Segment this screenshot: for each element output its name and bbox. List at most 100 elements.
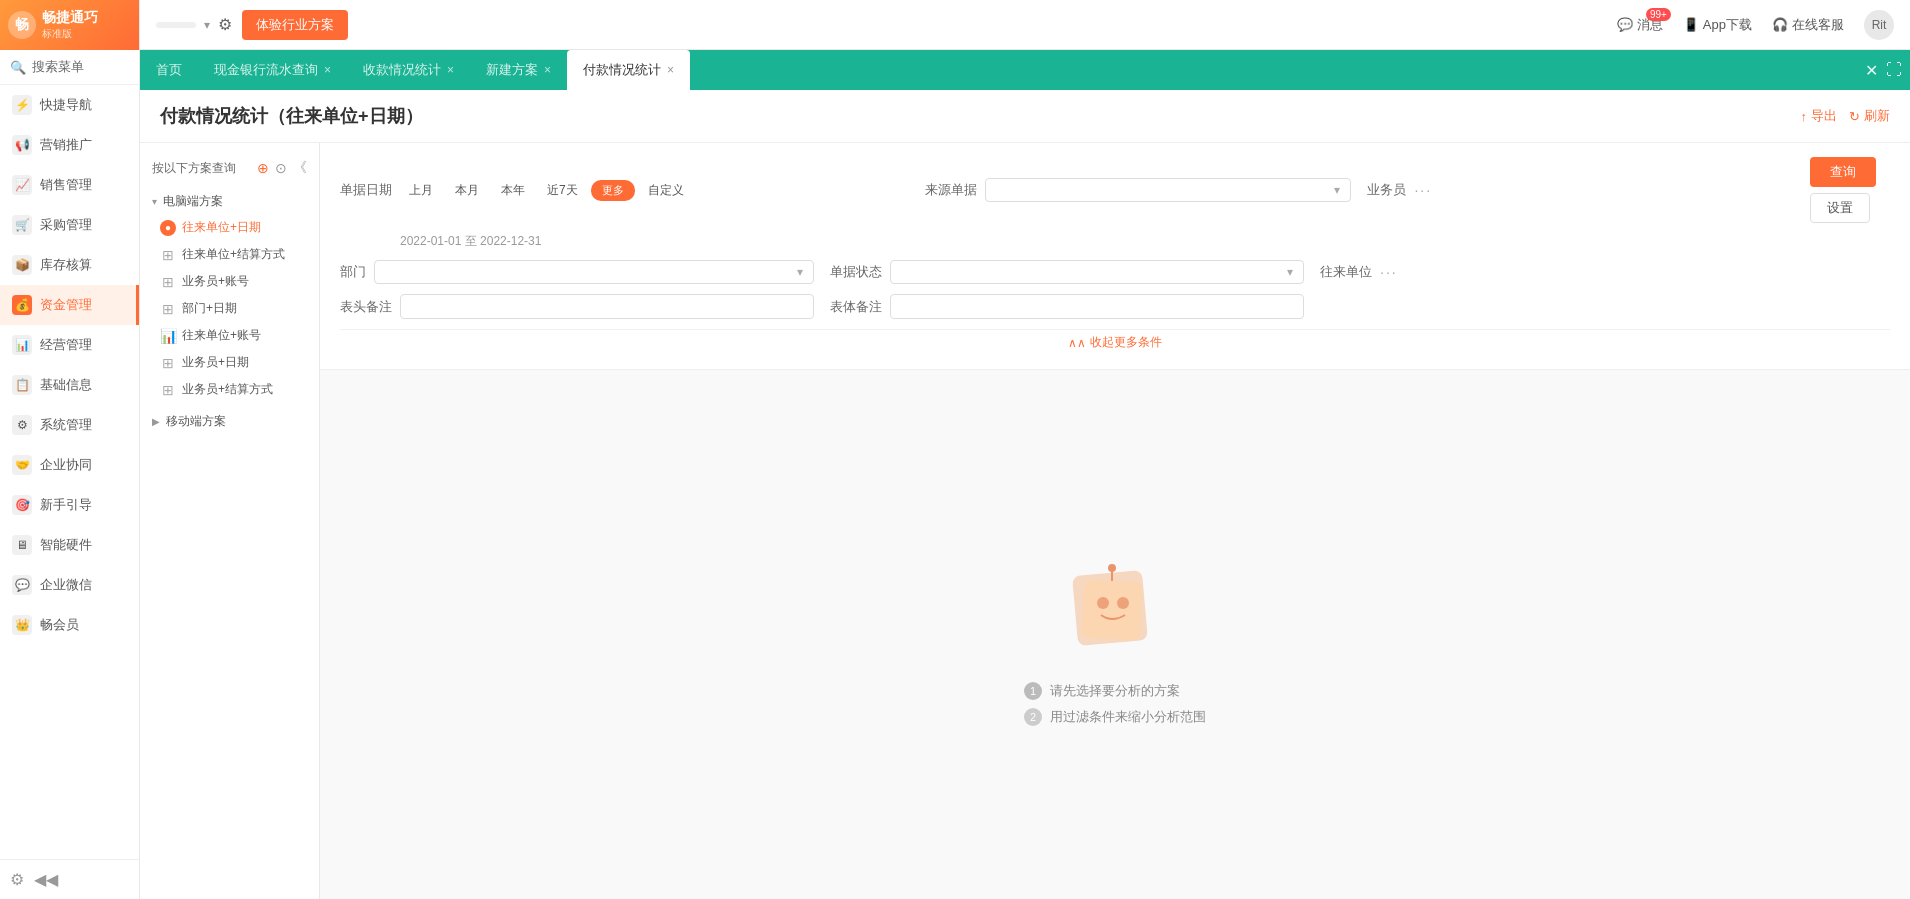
date-label: 单据日期	[340, 181, 392, 199]
topbar-left: ▾ ⚙	[156, 15, 232, 34]
sidebar-item-quick-nav[interactable]: ⚡ 快捷导航	[0, 85, 139, 125]
scheme-employee-account[interactable]: ⊞ 业务员+账号	[148, 268, 319, 295]
tab-cash-flow[interactable]: 现金银行流水查询 ×	[198, 50, 347, 90]
voucher-status-select[interactable]: ▾	[890, 260, 1304, 284]
header-note-input[interactable]	[400, 294, 814, 319]
basic-info-icon: 📋	[12, 375, 32, 395]
sidebar-item-purchase[interactable]: 🛒 采购管理	[0, 205, 139, 245]
online-support-item[interactable]: 🎧 在线客服	[1772, 16, 1844, 34]
shortcut-this-month[interactable]: 本月	[446, 179, 488, 202]
settings-button[interactable]: 设置	[1810, 193, 1870, 223]
topbar-gear-icon[interactable]: ⚙	[218, 15, 232, 34]
collapse-button[interactable]: ∧∧ 收起更多条件	[340, 329, 1890, 355]
dept-select[interactable]: ▾	[374, 260, 814, 284]
sidebar-item-basic-info[interactable]: 📋 基础信息	[0, 365, 139, 405]
tab-payment-stat-close-icon[interactable]: ×	[667, 63, 674, 77]
sidebar-item-wechat[interactable]: 💬 企业微信	[0, 565, 139, 605]
filter-source-item: 来源单据 ▾	[925, 178, 1352, 202]
filter-action-col: 查询 设置	[1810, 157, 1890, 223]
sidebar-item-hardware[interactable]: 🖥 智能硬件	[0, 525, 139, 565]
scheme-dept-date[interactable]: ⊞ 部门+日期	[148, 295, 319, 322]
date-shortcuts: 上月 本月 本年 近7天 更多 自定义	[400, 179, 693, 202]
tab-home[interactable]: 首页	[140, 50, 198, 90]
scheme-employee-settlement[interactable]: ⊞ 业务员+结算方式	[148, 376, 319, 403]
scheme-settings-icon[interactable]: ⊙	[275, 160, 287, 176]
shortcut-7days[interactable]: 近7天	[538, 179, 587, 202]
tabbar: 首页 现金银行流水查询 × 收款情况统计 × 新建方案 × 付款情况统计 × ✕…	[140, 50, 1910, 90]
shortcut-this-year[interactable]: 本年	[492, 179, 534, 202]
tab-new-scheme[interactable]: 新建方案 ×	[470, 50, 567, 90]
scheme-employee-date[interactable]: ⊞ 业务员+日期	[148, 349, 319, 376]
tab-payment-stat[interactable]: 付款情况统计 ×	[567, 50, 690, 90]
avatar[interactable]: Rit	[1864, 10, 1894, 40]
shortcut-custom[interactable]: 自定义	[639, 179, 693, 202]
sidebar-item-enterprise[interactable]: 🤝 企业协同	[0, 445, 139, 485]
add-scheme-icon[interactable]: ⊕	[257, 160, 269, 176]
sidebar-label-inventory: 库存核算	[40, 256, 92, 274]
refresh-icon: ↻	[1849, 109, 1860, 124]
member-icon: 👑	[12, 615, 32, 635]
account-chevron-icon[interactable]: ▾	[204, 18, 210, 32]
app-download-item[interactable]: 📱 App下载	[1683, 16, 1752, 34]
sidebar-item-marketing[interactable]: 📢 营销推广	[0, 125, 139, 165]
sidebar-item-system[interactable]: ⚙ 系统管理	[0, 405, 139, 445]
export-button[interactable]: ↑ 导出	[1801, 107, 1838, 125]
sidebar: 畅 畅捷通巧 标准版 🔍 搜索菜单 ⚡ 快捷导航 📢 营销推广 📈 销售管理 🛒…	[0, 0, 140, 899]
trial-button[interactable]: 体验行业方案	[242, 10, 348, 40]
sidebar-label-wechat: 企业微信	[40, 576, 92, 594]
sidebar-item-member[interactable]: 👑 畅会员	[0, 605, 139, 645]
logo-icon: 畅	[8, 11, 36, 39]
collapse-sidebar-icon[interactable]: ◀◀	[34, 870, 58, 889]
tab-income-stat-close-icon[interactable]: ×	[447, 63, 454, 77]
filter-row-2: 部门 ▾ 单据状态 ▾	[340, 260, 1890, 284]
collapse-scheme-icon[interactable]: 《	[293, 159, 307, 177]
sidebar-item-operations[interactable]: 📊 经营管理	[0, 325, 139, 365]
empty-svg	[1055, 543, 1175, 663]
settings-footer-icon[interactable]: ⚙	[10, 870, 24, 889]
scheme-partner-date[interactable]: ● 往来单位+日期	[148, 214, 319, 241]
sidebar-search[interactable]: 🔍 搜索菜单	[0, 50, 139, 85]
operations-icon: 📊	[12, 335, 32, 355]
mobile-group-title[interactable]: ▶ 移动端方案	[140, 409, 319, 434]
svg-point-3	[1117, 597, 1129, 609]
date-range-text: 2022-01-01 至 2022-12-31	[400, 234, 541, 248]
mobile-group-label: 移动端方案	[166, 413, 226, 430]
shortcut-last-month[interactable]: 上月	[400, 179, 442, 202]
sidebar-nav: ⚡ 快捷导航 📢 营销推广 📈 销售管理 🛒 采购管理 📦 库存核算 💰 资金管…	[0, 85, 139, 859]
close-all-icon[interactable]: ✕	[1865, 61, 1878, 80]
messages-item[interactable]: 💬 消息 99+	[1617, 16, 1663, 34]
purchase-icon: 🛒	[12, 215, 32, 235]
marketing-icon: 📢	[12, 135, 32, 155]
scheme-list: ● 往来单位+日期 ⊞ 往来单位+结算方式 ⊞ 业务员+账号 ⊞	[140, 214, 319, 403]
tab-cash-flow-close-icon[interactable]: ×	[324, 63, 331, 77]
svg-point-5	[1108, 564, 1116, 572]
partner-dots[interactable]: ···	[1380, 264, 1398, 280]
source-select[interactable]: ▾	[985, 178, 1352, 202]
shortcut-more[interactable]: 更多	[591, 180, 635, 201]
desktop-group-arrow-icon: ▾	[152, 196, 157, 207]
empty-hint-2: 2 用过滤条件来缩小分析范围	[1024, 708, 1206, 726]
tab-new-scheme-close-icon[interactable]: ×	[544, 63, 551, 77]
sidebar-item-sales[interactable]: 📈 销售管理	[0, 165, 139, 205]
query-button[interactable]: 查询	[1810, 157, 1876, 187]
scheme-partner-account[interactable]: 📊 往来单位+账号	[148, 322, 319, 349]
desktop-group-title[interactable]: ▾ 电脑端方案	[140, 189, 319, 214]
sidebar-label-basic-info: 基础信息	[40, 376, 92, 394]
date-range-row: 2022-01-01 至 2022-12-31	[340, 233, 1890, 250]
maximize-icon[interactable]: ⛶	[1886, 61, 1902, 79]
inventory-icon: 📦	[12, 255, 32, 275]
sidebar-header: 畅 畅捷通巧 标准版	[0, 0, 139, 50]
body-note-input[interactable]	[890, 294, 1304, 319]
empty-hints: 1 请先选择要分析的方案 2 用过滤条件来缩小分析范围	[1024, 682, 1206, 726]
sidebar-item-inventory[interactable]: 📦 库存核算	[0, 245, 139, 285]
sidebar-item-guide[interactable]: 🎯 新手引导	[0, 485, 139, 525]
scheme-panel-icons: ⊕ ⊙ 《	[257, 159, 307, 177]
filter-body-note-item: 表体备注	[830, 294, 1304, 319]
refresh-button[interactable]: ↻ 刷新	[1849, 107, 1890, 125]
sidebar-item-capital[interactable]: 💰 资金管理	[0, 285, 139, 325]
scheme-partner-settlement[interactable]: ⊞ 往来单位+结算方式	[148, 241, 319, 268]
partner-account-label: 往来单位+账号	[182, 327, 261, 344]
tab-income-stat[interactable]: 收款情况统计 ×	[347, 50, 470, 90]
empty-hint-1: 1 请先选择要分析的方案	[1024, 682, 1206, 700]
employee-dots[interactable]: ···	[1414, 182, 1432, 198]
